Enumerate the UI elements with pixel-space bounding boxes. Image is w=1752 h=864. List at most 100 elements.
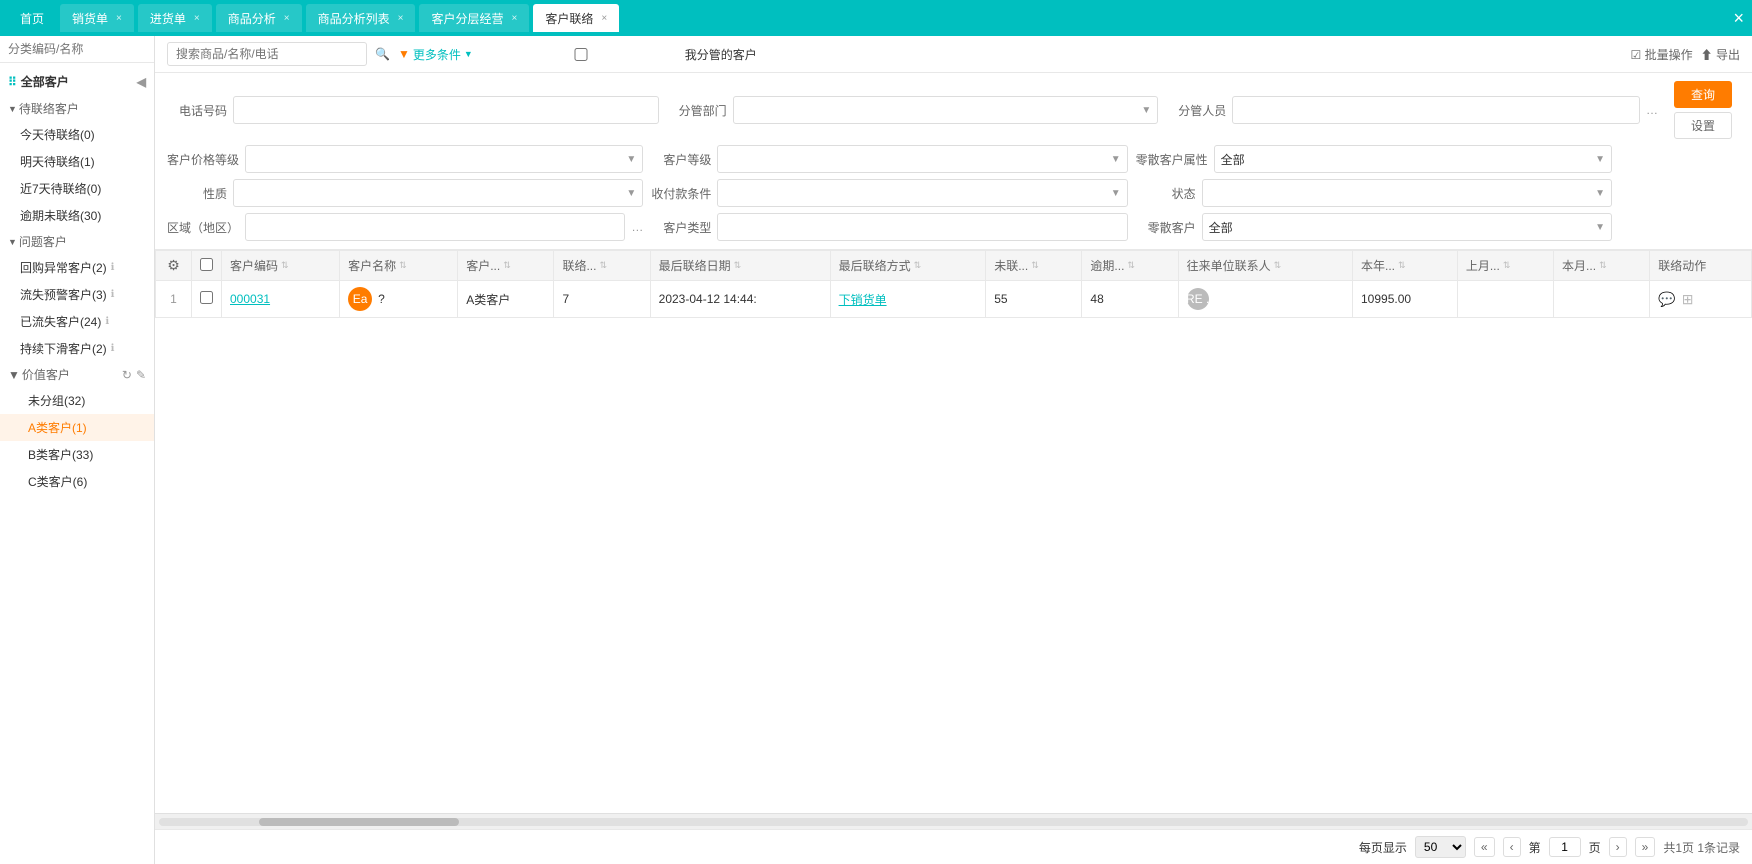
sidebar-item-c-class[interactable]: C类客户(6) [0, 468, 154, 495]
my-customers-filter[interactable]: 我分管的客户 [481, 46, 757, 63]
contact-method-link[interactable]: 下销货单 [839, 293, 887, 307]
price-level-select[interactable]: ▼ [245, 145, 643, 173]
filter-row-2: 客户价格等级 ▼ 客户等级 ▼ 零散客户属性 全部 [167, 145, 1740, 173]
tab-customer-segment[interactable]: 客户分层经营 × [419, 4, 529, 32]
sidebar-item-declining[interactable]: 持续下滑客户(2) ℹ [0, 335, 154, 362]
filter-search-icon[interactable]: 🔍 [375, 47, 390, 61]
sidebar-item-a-class[interactable]: A类客户(1) [0, 414, 154, 441]
sort-icon[interactable]: ⇅ [1398, 260, 1406, 271]
sort-icon[interactable]: ⇅ [399, 260, 407, 271]
sort-icon[interactable]: ⇅ [1503, 260, 1511, 271]
close-icon[interactable]: × [398, 13, 404, 24]
horizontal-scrollbar[interactable] [155, 813, 1752, 829]
sidebar-group-value-customers[interactable]: ▼ 价值客户 ↻ ✎ [0, 362, 154, 387]
region-input[interactable] [245, 213, 625, 241]
total-info: 共1页 1条记录 [1663, 839, 1740, 856]
close-icon[interactable]: × [284, 13, 290, 24]
sidebar-item-tomorrow-contact[interactable]: 明天待联络(1) [0, 148, 154, 175]
avatar: Ea [348, 287, 372, 311]
sidebar-item-b-class[interactable]: B类客户(33) [0, 441, 154, 468]
first-page-button[interactable]: « [1474, 837, 1495, 857]
sort-icon[interactable]: ⇅ [281, 260, 289, 271]
prev-page-button[interactable]: ‹ [1503, 837, 1521, 857]
nature-select[interactable]: ▼ [233, 179, 643, 207]
edit-icon[interactable]: ✎ [136, 368, 146, 382]
customer-code-link[interactable]: 000031 [230, 292, 270, 306]
sidebar-all-customers-header[interactable]: ⠿ 全部客户 ◀ [0, 67, 154, 96]
row-checkbox[interactable] [200, 291, 213, 304]
phone-label: 电话号码 [167, 102, 227, 119]
retail-select[interactable]: 全部 ▼ [1202, 213, 1612, 241]
query-button[interactable]: 查询 [1674, 81, 1732, 108]
more-conditions-button[interactable]: ▼ 更多条件 ▼ [398, 46, 473, 63]
sort-icon[interactable]: ⇅ [1274, 260, 1282, 271]
sort-icon[interactable]: ⇅ [1127, 260, 1135, 271]
manager-input[interactable] [1232, 96, 1640, 124]
sort-icon[interactable]: ⇅ [1599, 260, 1607, 271]
cell-last-contact-method: 下销货单 [830, 281, 986, 318]
sidebar-search-input[interactable] [8, 42, 155, 56]
gear-icon[interactable]: ⚙ [167, 257, 180, 273]
next-page-button[interactable]: › [1609, 837, 1627, 857]
more-icon[interactable]: … [1646, 103, 1658, 117]
sidebar-item-today-contact[interactable]: 今天待联络(0) [0, 121, 154, 148]
chat-icon[interactable]: 💬 [1658, 291, 1675, 308]
more-icon[interactable]: … [631, 220, 643, 234]
pagination: 每页显示 50 20 100 « ‹ 第 页 › » 共1页 1条记录 [155, 829, 1752, 864]
chevron-down-icon: ▼ [464, 49, 473, 59]
refresh-icon[interactable]: ↻ [122, 368, 132, 382]
filter-cell-retail: 零散客户 全部 ▼ [1136, 213, 1612, 241]
sidebar-item-ungrouped[interactable]: 未分组(32) [0, 387, 154, 414]
last-page-button[interactable]: » [1635, 837, 1656, 857]
sort-icon[interactable]: ⇅ [503, 260, 511, 271]
customer-level-select[interactable]: ▼ [717, 145, 1127, 173]
settings-column-header[interactable]: ⚙ [156, 251, 192, 281]
phone-input[interactable] [233, 96, 659, 124]
tab-product-analysis[interactable]: 商品分析 × [216, 4, 302, 32]
window-close-button[interactable]: × [1733, 8, 1744, 29]
close-icon[interactable]: × [116, 13, 122, 24]
sidebar-item-abnormal-repurchase[interactable]: 回购异常客户(2) ℹ [0, 254, 154, 281]
settings-button[interactable]: 设置 [1674, 112, 1732, 139]
scroll-thumb[interactable] [259, 818, 459, 826]
chevron-down-icon: ▼ [1141, 105, 1151, 116]
sidebar-item-overdue-contact[interactable]: 逾期未联络(30) [0, 202, 154, 229]
close-icon[interactable]: × [601, 13, 607, 24]
export-button[interactable]: ⬆ 导出 [1701, 46, 1740, 63]
department-select[interactable]: ▼ [733, 96, 1159, 124]
search-input[interactable] [167, 42, 367, 66]
sort-icon[interactable]: ⇅ [1031, 260, 1039, 271]
select-all-checkbox[interactable] [200, 258, 213, 271]
col-overdue: 逾期... ⇅ [1082, 251, 1178, 281]
batch-operation-button[interactable]: ☑ 批量操作 [1631, 46, 1693, 63]
sort-icon[interactable]: ⇅ [914, 260, 922, 271]
collapse-icon[interactable]: ◀ [137, 75, 146, 89]
sidebar-group-problem-customers[interactable]: ▼ 问题客户 [0, 229, 154, 254]
sort-icon[interactable]: ⇅ [599, 260, 607, 271]
sidebar-item-7days-contact[interactable]: 近7天待联络(0) [0, 175, 154, 202]
tab-product-list[interactable]: 商品分析列表 × [306, 4, 416, 32]
close-icon[interactable]: × [194, 13, 200, 24]
close-icon[interactable]: × [511, 13, 517, 24]
col-this-year: 本年... ⇅ [1353, 251, 1458, 281]
tab-purchase[interactable]: 进货单 × [138, 4, 212, 32]
qr-icon[interactable]: ⊞ [1682, 291, 1694, 308]
sidebar-group-wait-contact[interactable]: ▼ 待联络客户 [0, 96, 154, 121]
customer-type-input[interactable] [717, 213, 1127, 241]
payment-select[interactable]: ▼ [717, 179, 1127, 207]
my-customers-checkbox[interactable] [481, 48, 681, 61]
scattered-attr-select[interactable]: 全部 ▼ [1214, 145, 1612, 173]
status-select[interactable]: ▼ [1202, 179, 1612, 207]
tab-customer-contact[interactable]: 客户联络 × [533, 4, 619, 32]
info-icon: ℹ [105, 316, 109, 327]
filter-icon: ▼ [398, 47, 410, 61]
tab-home[interactable]: 首页 [8, 4, 56, 32]
filter-cell-price-level: 客户价格等级 ▼ [167, 145, 643, 173]
content-area: 🔍 ▼ 更多条件 ▼ 我分管的客户 ☑ 批量操作 ⬆ 导出 [155, 36, 1752, 864]
page-number-input[interactable] [1549, 837, 1581, 857]
sort-icon[interactable]: ⇅ [734, 260, 742, 271]
per-page-select[interactable]: 50 20 100 [1415, 836, 1466, 858]
sidebar-item-churned[interactable]: 已流失客户(24) ℹ [0, 308, 154, 335]
tab-sales[interactable]: 销货单 × [60, 4, 134, 32]
sidebar-item-churn-warning[interactable]: 流失预警客户(3) ℹ [0, 281, 154, 308]
